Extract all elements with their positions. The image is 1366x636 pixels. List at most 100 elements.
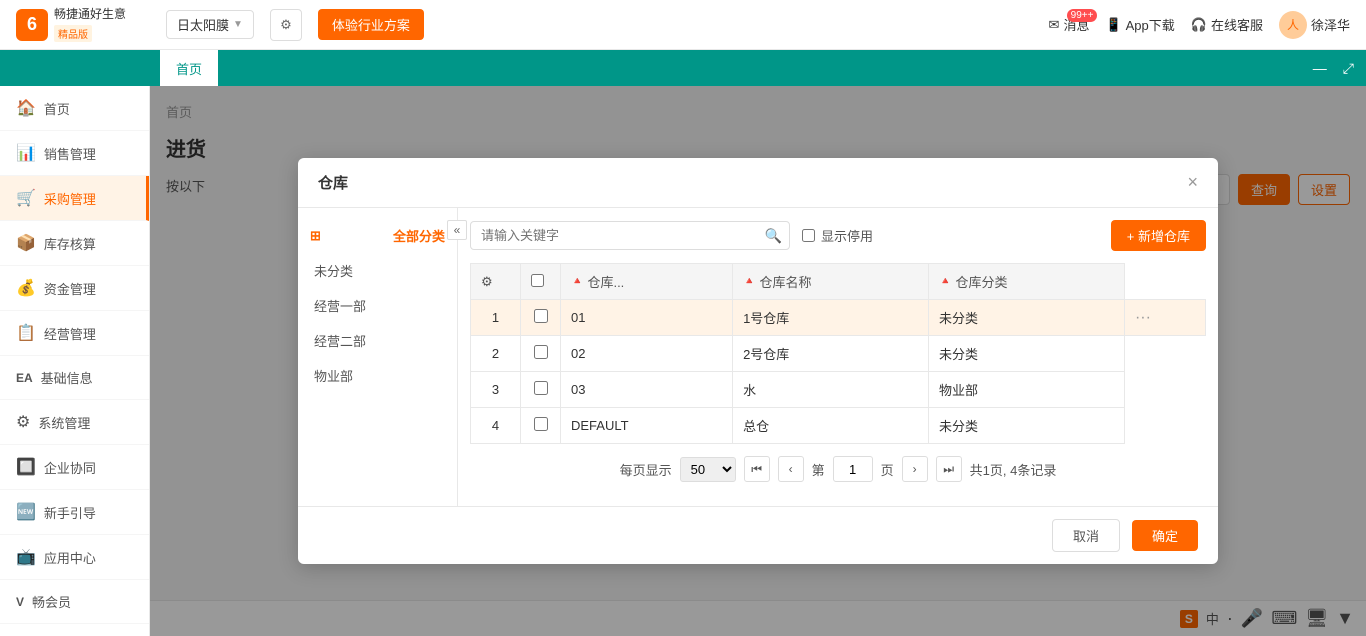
row-category: 物业部 [929, 372, 1125, 408]
nav-expand-icon[interactable]: ⤢ [1339, 56, 1358, 81]
modal-body: ⊞ 全部分类 « 未分类 经营一部 经营二部 物业部 [298, 208, 1218, 506]
sidebar-item-guide[interactable]: 🆕 新手引导 [0, 490, 149, 535]
table-row[interactable]: 2 02 2号仓库 未分类 [471, 336, 1206, 372]
sidebar-item-inventory[interactable]: 📦 库存核算 [0, 221, 149, 266]
logo-name: 畅捷通好生意 [54, 7, 126, 23]
settings-button[interactable]: ⚙ [270, 9, 302, 41]
row-select-checkbox[interactable] [534, 381, 548, 395]
sort-icon-code: 🔺 [571, 276, 583, 287]
sidebar-item-apps[interactable]: 📺 应用中心 [0, 535, 149, 580]
online-service-button[interactable]: 🎧 在线客服 [1191, 15, 1263, 34]
table-toolbar: 🔍 显示停用 + 新增仓库 [470, 220, 1206, 251]
row-category: 未分类 [929, 408, 1125, 444]
category-item-ops1[interactable]: 经营一部 [298, 288, 457, 323]
row-select-checkbox[interactable] [534, 309, 548, 323]
next-page-button[interactable]: › [902, 456, 928, 482]
logo-area: 6 畅捷通好生意 精品版 [16, 7, 166, 42]
table-row[interactable]: 1 01 1号仓库 未分类 ··· [471, 300, 1206, 336]
trial-button[interactable]: 体验行业方案 [318, 9, 424, 40]
sidebar-item-operations[interactable]: 📋 经营管理 [0, 311, 149, 356]
avatar: 人 [1279, 11, 1307, 39]
top-header: 6 畅捷通好生意 精品版 日太阳膜 ▼ ⚙ 体验行业方案 ✉ 消息 99+ 📱 … [0, 0, 1366, 50]
sidebar-label-vip: 畅会员 [32, 592, 71, 611]
row-num: 4 [471, 408, 521, 444]
sidebar-item-enterprise[interactable]: 🔲 企业协同 [0, 445, 149, 490]
show-disabled-wrap: 显示停用 [802, 226, 873, 245]
collapse-panel-button[interactable]: « [447, 220, 467, 240]
category-item-ops2[interactable]: 经营二部 [298, 323, 457, 358]
more-icon[interactable]: ··· [1135, 309, 1151, 326]
row-more-actions[interactable]: ··· [1124, 300, 1205, 336]
home-icon: 🏠 [16, 98, 36, 118]
row-code: 02 [561, 336, 733, 372]
messages-button[interactable]: ✉ 消息 99+ [1049, 15, 1090, 34]
row-num: 3 [471, 372, 521, 408]
th-code: 🔺 仓库... [561, 264, 733, 300]
category-all-header[interactable]: ⊞ 全部分类 [298, 218, 457, 253]
row-select-checkbox[interactable] [534, 417, 548, 431]
sidebar-label-operations: 经营管理 [44, 324, 96, 343]
th-category: 🔺 仓库分类 [929, 264, 1125, 300]
add-warehouse-button[interactable]: + 新增仓库 [1111, 220, 1206, 251]
store-selector[interactable]: 日太阳膜 ▼ [166, 10, 254, 39]
sidebar-item-system[interactable]: ⚙ 系统管理 [0, 400, 149, 445]
operations-icon: 📋 [16, 323, 36, 343]
nav-tab-controls: — ⤢ [1309, 56, 1366, 81]
cancel-button[interactable]: 取消 [1052, 519, 1120, 552]
sidebar-item-purchase[interactable]: 🛒 采购管理 [0, 176, 149, 221]
vip-icon: V [16, 595, 24, 609]
nav-tab-home[interactable]: 首页 [160, 50, 218, 86]
sidebar-label-finance: 资金管理 [44, 279, 96, 298]
modal-close-button[interactable]: × [1187, 172, 1198, 193]
page-suffix: 页 [881, 460, 894, 479]
sidebar-label-sales: 销售管理 [44, 144, 96, 163]
logo-text-wrap: 畅捷通好生意 精品版 [54, 7, 126, 42]
basics-icon: EA [16, 371, 33, 385]
sidebar-item-finance[interactable]: 💰 资金管理 [0, 266, 149, 311]
sidebar-label-purchase: 采购管理 [44, 189, 96, 208]
modal-overlay: 仓库 × ⊞ 全部分类 « 未分类 经营一部 经营二部 [150, 86, 1366, 636]
row-name: 总仓 [733, 408, 929, 444]
category-item-property[interactable]: 物业部 [298, 358, 457, 393]
modal-footer: 取消 确定 [298, 506, 1218, 564]
th-category-label: 仓库分类 [955, 272, 1007, 291]
guide-icon: 🆕 [16, 502, 36, 522]
user-name: 徐泽华 [1311, 15, 1350, 34]
row-select-checkbox[interactable] [534, 345, 548, 359]
confirm-button[interactable]: 确定 [1132, 520, 1198, 551]
row-name: 2号仓库 [733, 336, 929, 372]
table-row[interactable]: 3 03 水 物业部 [471, 372, 1206, 408]
page-number-input[interactable] [833, 456, 873, 482]
phone-icon: 📱 [1105, 17, 1121, 33]
show-disabled-checkbox[interactable] [802, 229, 815, 242]
sidebar: 🏠 首页 📊 销售管理 🛒 采购管理 📦 库存核算 💰 资金管理 📋 经营管理 … [0, 86, 150, 636]
select-all-checkbox[interactable] [531, 274, 544, 287]
main-content: 首页 进货 按以下 印 导出 刷新 查询 设置 仓库 [150, 86, 1366, 636]
sales-icon: 📊 [16, 143, 36, 163]
nav-minimize-icon[interactable]: — [1309, 56, 1331, 80]
row-checkbox-cell [521, 336, 561, 372]
user-menu[interactable]: 人 徐泽华 [1279, 11, 1350, 39]
first-page-button[interactable]: ⏮ [744, 456, 770, 482]
headset-icon: 🎧 [1191, 17, 1207, 33]
sidebar-label-enterprise: 企业协同 [44, 458, 96, 477]
category-item-unclassified[interactable]: 未分类 [298, 253, 457, 288]
sidebar-item-vip[interactable]: V 畅会员 [0, 580, 149, 624]
sidebar-item-basics[interactable]: EA 基础信息 [0, 356, 149, 400]
sidebar-label-system: 系统管理 [38, 413, 90, 432]
show-disabled-label: 显示停用 [821, 226, 873, 245]
apps-icon: 📺 [16, 547, 36, 567]
search-input[interactable] [470, 221, 790, 250]
inventory-icon: 📦 [16, 233, 36, 253]
last-page-button[interactable]: ⏭ [936, 456, 962, 482]
table-row[interactable]: 4 DEFAULT 总仓 未分类 [471, 408, 1206, 444]
app-download-button[interactable]: 📱 App下载 [1105, 15, 1174, 34]
prev-page-button[interactable]: ‹ [778, 456, 804, 482]
warehouse-table: ⚙ 🔺 仓库... [470, 263, 1206, 444]
per-page-select[interactable]: 50 10 20 100 [680, 457, 736, 482]
table-header-row: ⚙ 🔺 仓库... [471, 264, 1206, 300]
sidebar-item-home[interactable]: 🏠 首页 [0, 86, 149, 131]
search-icon[interactable]: 🔍 [765, 227, 782, 244]
row-category: 未分类 [929, 300, 1125, 336]
sidebar-item-sales[interactable]: 📊 销售管理 [0, 131, 149, 176]
